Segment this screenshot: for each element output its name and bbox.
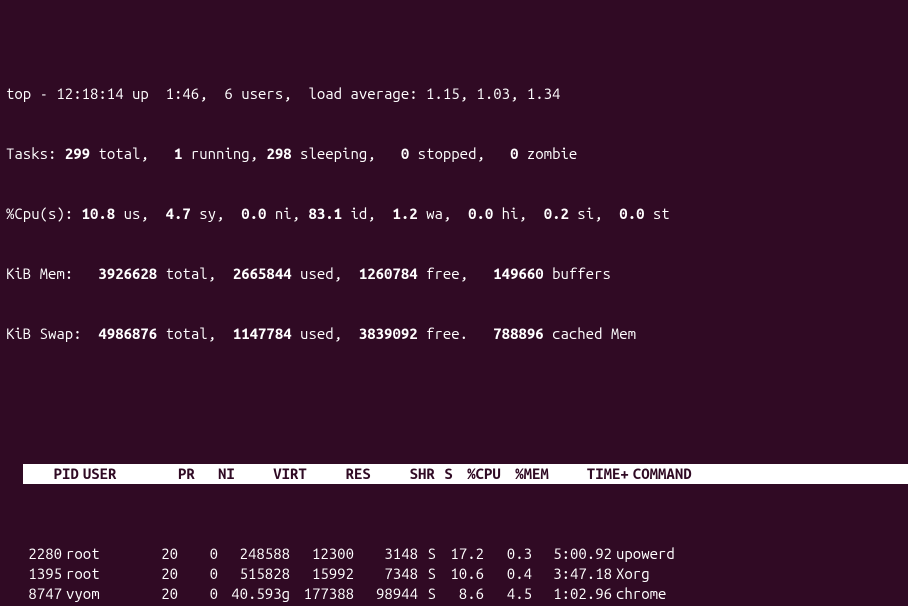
cell-virt: 40.593g	[218, 584, 290, 604]
cell-cmd: Xorg	[612, 564, 796, 584]
hdr-shr: SHR	[371, 464, 435, 484]
summary-uptime: top - 12:18:14 up 1:46, 6 users, load av…	[6, 84, 902, 104]
hdr-res: RES	[307, 464, 371, 484]
cell-cmd: chrome	[612, 584, 796, 604]
cell-shr: 98944	[354, 584, 418, 604]
cell-cmd: upowerd	[612, 544, 796, 564]
summary-tasks: Tasks: 299 total, 1 running, 298 sleepin…	[6, 144, 902, 164]
cell-res: 177388	[290, 584, 354, 604]
cell-pid: 8747	[6, 584, 62, 604]
process-header: PIDUSERPRNIVIRTRESSHRS%CPU%MEMTIME+COMMA…	[23, 464, 908, 484]
cell-ni: 0	[178, 544, 218, 564]
cell-time: 5:00.92	[532, 544, 612, 564]
cell-ni: 0	[178, 564, 218, 584]
cell-cpu: 10.6	[436, 564, 484, 584]
cell-pr: 20	[146, 564, 178, 584]
cell-user: vyom	[62, 584, 146, 604]
hdr-ni: NI	[195, 464, 235, 484]
cell-res: 12300	[290, 544, 354, 564]
cell-pr: 20	[146, 584, 178, 604]
hdr-cpu: %CPU	[453, 464, 501, 484]
process-list: 2280root200248588123003148S17.20.35:00.9…	[6, 544, 902, 606]
cell-user: root	[62, 564, 146, 584]
cell-s: S	[418, 544, 436, 564]
table-row: 8747vyom20040.593g17738898944S8.64.51:02…	[6, 584, 902, 604]
cell-shr: 7348	[354, 564, 418, 584]
hdr-pid: PID	[23, 464, 79, 484]
cell-shr: 3148	[354, 544, 418, 564]
cell-ni: 0	[178, 584, 218, 604]
summary-cpu: %Cpu(s): 10.8 us, 4.7 sy, 0.0 ni, 83.1 i…	[6, 204, 902, 224]
hdr-virt: VIRT	[235, 464, 307, 484]
cell-time: 1:02.96	[532, 584, 612, 604]
cell-s: S	[418, 564, 436, 584]
hdr-user: USER	[79, 464, 163, 484]
cell-mem: 0.3	[484, 544, 532, 564]
cell-mem: 0.4	[484, 564, 532, 584]
cell-cpu: 8.6	[436, 584, 484, 604]
hdr-time: TIME+	[549, 464, 629, 484]
table-row: 1395root200515828159927348S10.60.43:47.1…	[6, 564, 902, 584]
summary-blank	[6, 384, 902, 404]
cell-cpu: 17.2	[436, 544, 484, 564]
cell-virt: 248588	[218, 544, 290, 564]
cell-res: 15992	[290, 564, 354, 584]
summary-swap: KiB Swap: 4986876 total, 1147784 used, 3…	[6, 324, 902, 344]
cell-pid: 2280	[6, 544, 62, 564]
cell-pid: 1395	[6, 564, 62, 584]
hdr-pr: PR	[163, 464, 195, 484]
cell-mem: 4.5	[484, 584, 532, 604]
hdr-mem: %MEM	[501, 464, 549, 484]
cell-pr: 20	[146, 544, 178, 564]
cell-virt: 515828	[218, 564, 290, 584]
table-row: 2280root200248588123003148S17.20.35:00.9…	[6, 544, 902, 564]
cell-s: S	[418, 584, 436, 604]
hdr-s: S	[435, 464, 453, 484]
cell-user: root	[62, 544, 146, 564]
hdr-cmd: COMMAND	[629, 464, 813, 484]
terminal-output[interactable]: top - 12:18:14 up 1:46, 6 users, load av…	[0, 0, 908, 606]
cell-time: 3:47.18	[532, 564, 612, 584]
summary-mem: KiB Mem: 3926628 total, 2665844 used, 12…	[6, 264, 902, 284]
